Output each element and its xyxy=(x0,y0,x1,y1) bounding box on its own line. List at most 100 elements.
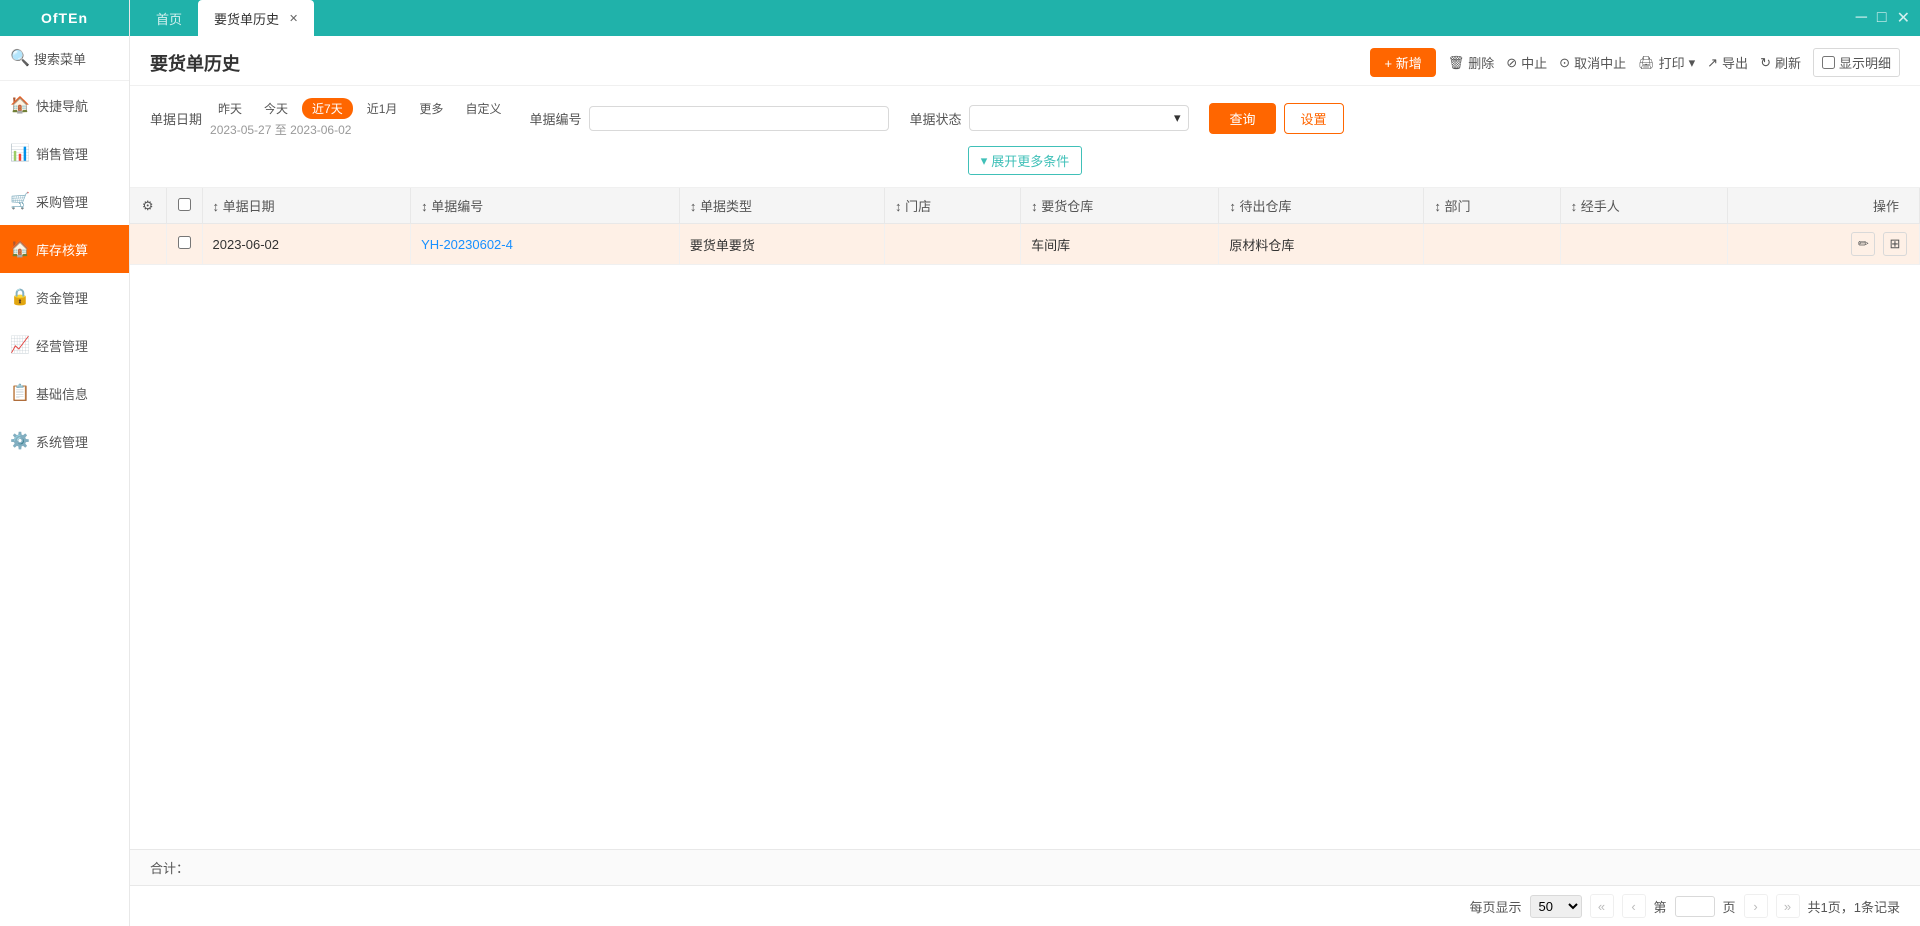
sidebar-item-system[interactable]: ⚙️ 系统管理 xyxy=(0,417,129,465)
col-date-header[interactable]: ↕ 单据日期 xyxy=(202,188,411,224)
col-req-warehouse-header[interactable]: ↕ 要货仓库 xyxy=(1021,188,1219,224)
brand-area: OfTEn xyxy=(0,0,129,36)
stop-button[interactable]: ⊘ 中止 xyxy=(1506,53,1547,72)
refresh-button[interactable]: ↻ 刷新 xyxy=(1760,53,1801,72)
date-buttons: 昨天 今天 近7天 近1月 更多 自定义 2023-05-27 至 2023-0… xyxy=(210,98,509,138)
brand-text: OfTEn xyxy=(41,10,88,26)
window-restore-button[interactable]: □ xyxy=(1877,9,1887,27)
select-all-checkbox[interactable] xyxy=(178,198,191,211)
query-button[interactable]: 查询 xyxy=(1209,103,1275,134)
jump-label: 第 xyxy=(1654,897,1667,916)
sidebar-item-label: 采购管理 xyxy=(36,192,88,211)
sidebar: OfTEn 🔍 搜索菜单 🏠 快捷导航 📊 销售管理 🛒 采购管理 🏠 库存核算… xyxy=(0,0,130,926)
expand-icon: ▾ xyxy=(981,153,988,169)
export-button[interactable]: ↗ 导出 xyxy=(1707,53,1748,72)
col-store-header[interactable]: ↕ 门店 xyxy=(884,188,1020,224)
filter-row: 单据日期 昨天 今天 近7天 近1月 更多 自定义 2023-05-27 至 2… xyxy=(150,98,1900,138)
table-row: 2023-06-02 YH-20230602-4 要货单要货 车间库 原材料仓库… xyxy=(130,224,1920,265)
row-number-link[interactable]: YH-20230602-4 xyxy=(421,237,513,252)
page-number-input[interactable]: 1 xyxy=(1675,896,1715,917)
sidebar-item-sales[interactable]: 📊 销售管理 xyxy=(0,129,129,177)
table-footer: 合计： xyxy=(130,849,1920,885)
print-dropdown-icon: ▾ xyxy=(1689,55,1696,71)
date-range-text: 2023-05-27 至 2023-06-02 xyxy=(210,121,509,138)
tab-close-icon[interactable]: ✕ xyxy=(289,12,298,25)
tab-requisition[interactable]: 要货单历史 ✕ xyxy=(198,0,314,36)
sidebar-item-label: 库存核算 xyxy=(36,240,88,259)
row-dept xyxy=(1424,224,1560,265)
add-button[interactable]: + 新增 xyxy=(1370,48,1435,77)
home-icon: 🏠 xyxy=(10,95,28,115)
row-check xyxy=(166,224,202,265)
sidebar-search[interactable]: 🔍 搜索菜单 xyxy=(0,36,129,81)
cancel-stop-button[interactable]: ⊙ 取消中止 xyxy=(1559,53,1626,72)
print-button[interactable]: 🖨 打印 ▾ xyxy=(1638,53,1695,72)
setting-button[interactable]: 设置 xyxy=(1284,103,1344,134)
prev-page-button[interactable]: ‹ xyxy=(1622,894,1646,918)
page-title: 要货单历史 xyxy=(150,50,240,76)
sidebar-item-purchase[interactable]: 🛒 采购管理 xyxy=(0,177,129,225)
row-edit-button[interactable]: ✏ xyxy=(1851,232,1875,256)
date-btn-custom[interactable]: 自定义 xyxy=(457,98,509,119)
sidebar-item-inventory[interactable]: 🏠 库存核算 xyxy=(0,225,129,273)
sidebar-item-basic[interactable]: 📋 基础信息 xyxy=(0,369,129,417)
col-pending-warehouse-header[interactable]: ↕ 待出仓库 xyxy=(1219,188,1424,224)
row-store xyxy=(884,224,1020,265)
expand-more-button[interactable]: ▾ 展开更多条件 xyxy=(968,146,1083,175)
system-icon: ⚙️ xyxy=(10,431,28,451)
data-table: ⚙ ↕ 单据日期 ↕ 单据编号 xyxy=(130,188,1920,265)
date-filter: 单据日期 昨天 今天 近7天 近1月 更多 自定义 2023-05-27 至 2… xyxy=(150,98,509,138)
row-settings[interactable] xyxy=(130,224,166,265)
row-detail-button[interactable]: ⊞ xyxy=(1883,232,1907,256)
row-number[interactable]: YH-20230602-4 xyxy=(411,224,680,265)
sidebar-item-label: 系统管理 xyxy=(36,432,88,451)
col-number-header[interactable]: ↕ 单据编号 xyxy=(411,188,680,224)
date-btn-7days[interactable]: 近7天 xyxy=(302,98,353,119)
order-number-input[interactable] xyxy=(589,106,889,131)
last-page-button[interactable]: » xyxy=(1776,894,1800,918)
next-page-button[interactable]: › xyxy=(1744,894,1768,918)
inventory-icon: 🏠 xyxy=(10,239,28,259)
display-detail-button[interactable]: 显示明细 xyxy=(1813,48,1900,77)
action-area: 查询 设置 xyxy=(1209,103,1343,134)
col-type-header[interactable]: ↕ 单据类型 xyxy=(679,188,884,224)
cancel-stop-icon: ⊙ xyxy=(1559,55,1570,71)
delete-button[interactable]: 🗑 删除 xyxy=(1448,53,1495,72)
sidebar-item-finance[interactable]: 🔒 资金管理 xyxy=(0,273,129,321)
page-size-label: 每页显示 xyxy=(1469,897,1521,916)
date-btn-1month[interactable]: 近1月 xyxy=(359,98,406,119)
sidebar-item-home[interactable]: 🏠 快捷导航 xyxy=(0,81,129,129)
col-settings-header[interactable]: ⚙ xyxy=(130,188,166,224)
status-select[interactable]: ▾ xyxy=(969,105,1189,131)
status-label: 单据状态 xyxy=(909,109,961,128)
col-handler-header[interactable]: ↕ 经手人 xyxy=(1560,188,1727,224)
sidebar-item-label: 销售管理 xyxy=(36,144,88,163)
col-dept-header[interactable]: ↕ 部门 xyxy=(1424,188,1560,224)
page-label: 页 xyxy=(1723,897,1736,916)
window-close-button[interactable]: ✕ xyxy=(1897,8,1910,28)
operation-icon: 📈 xyxy=(10,335,28,355)
row-type: 要货单要货 xyxy=(679,224,884,265)
date-btn-today[interactable]: 今天 xyxy=(256,98,296,119)
status-dropdown-icon: ▾ xyxy=(1174,110,1181,126)
row-handler xyxy=(1560,224,1727,265)
order-number-label: 单据编号 xyxy=(529,109,581,128)
date-btn-more[interactable]: 更多 xyxy=(411,98,451,119)
purchase-icon: 🛒 xyxy=(10,191,28,211)
expand-more-area: ▾ 展开更多条件 xyxy=(150,146,1900,175)
page-size-select[interactable]: 50 100 200 xyxy=(1530,895,1582,918)
display-detail-checkbox[interactable] xyxy=(1822,56,1835,69)
settings-gear-icon[interactable]: ⚙ xyxy=(142,198,154,213)
total-info: 共1页，1条记录 xyxy=(1808,897,1900,916)
row-checkbox[interactable] xyxy=(178,236,191,249)
print-icon: 🖨 xyxy=(1638,55,1655,71)
main-area: 首页 要货单历史 ✕ ─ □ ✕ 要货单历史 + 新增 🗑 删除 ⊘ xyxy=(130,0,1920,926)
tabbar-actions: ─ □ ✕ xyxy=(1856,8,1910,28)
first-page-button[interactable]: « xyxy=(1590,894,1614,918)
tab-requisition-label: 要货单历史 xyxy=(214,9,279,28)
sidebar-item-label: 资金管理 xyxy=(36,288,88,307)
date-btn-yesterday[interactable]: 昨天 xyxy=(210,98,250,119)
tab-home[interactable]: 首页 xyxy=(140,0,198,36)
sidebar-item-operation[interactable]: 📈 经营管理 xyxy=(0,321,129,369)
window-minimize-button[interactable]: ─ xyxy=(1856,9,1867,27)
